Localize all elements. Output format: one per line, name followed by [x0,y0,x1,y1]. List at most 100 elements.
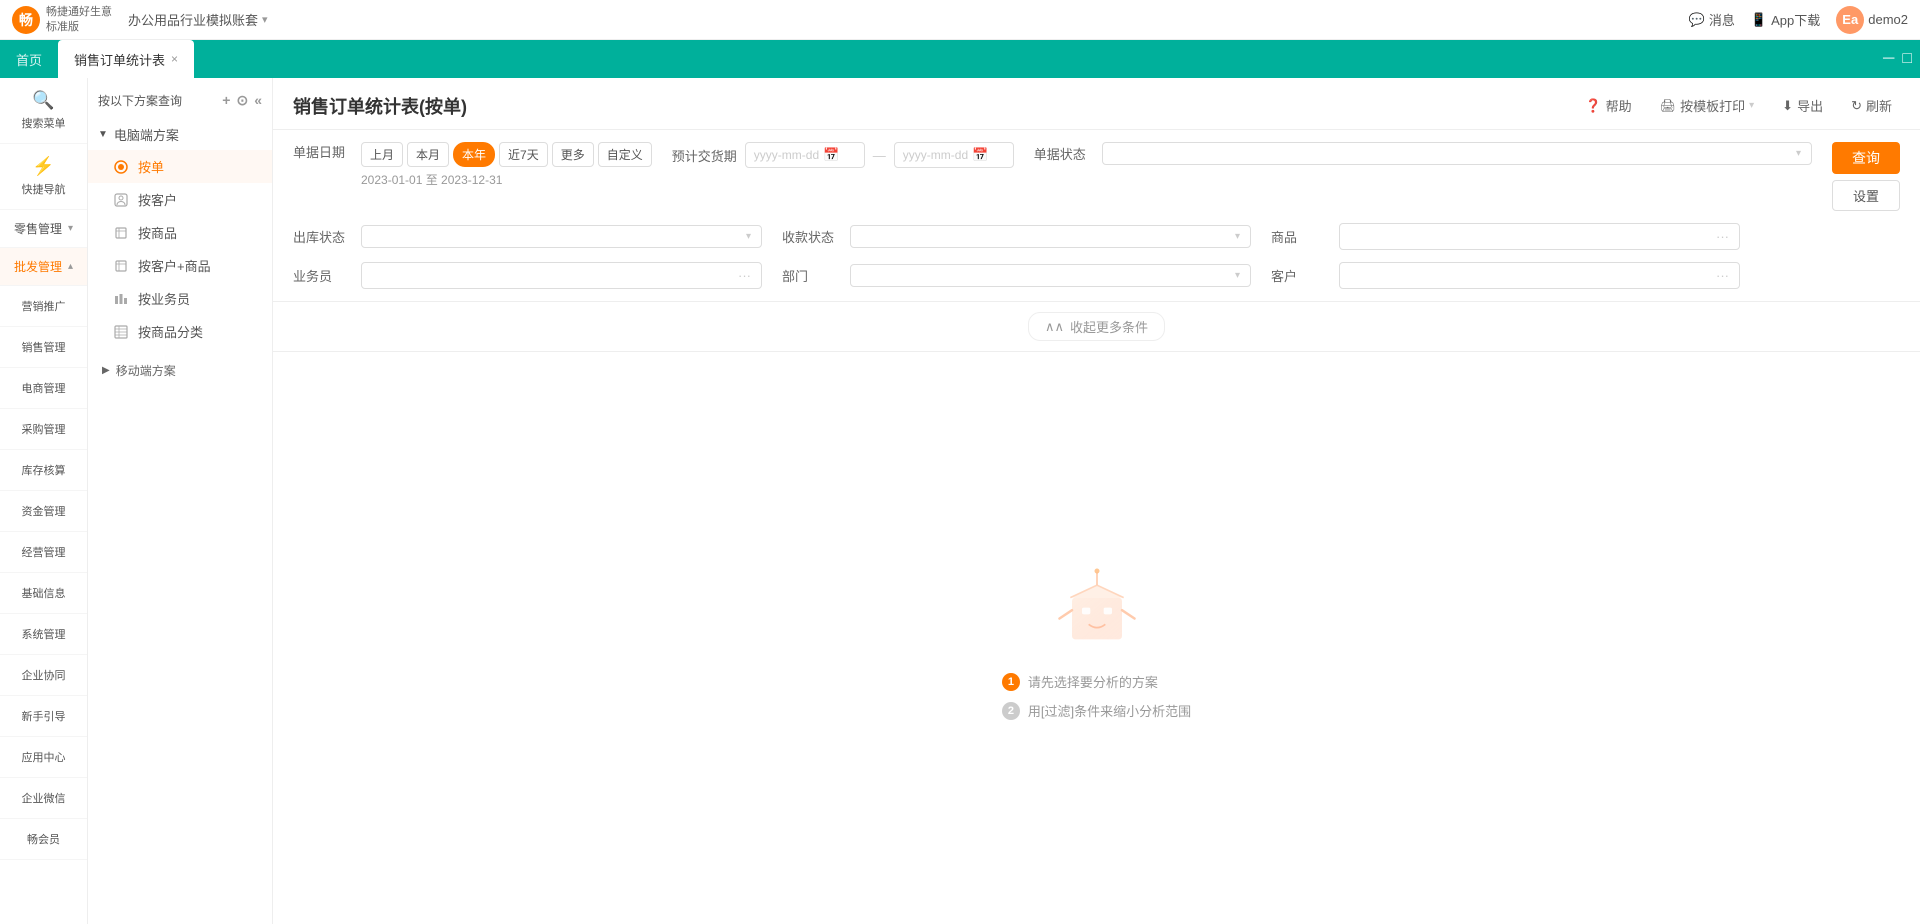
scheme-item-by-customer[interactable]: 按客户 [88,183,272,216]
page-header: 销售订单统计表(按单) ❓ 帮助 🖨 按模板打印 ▾ ⬇ 导出 ↻ 刷新 [273,78,1920,130]
customer-select-dots-icon: ··· [1716,268,1729,283]
collapse-panel-icon[interactable]: « [254,92,262,109]
by-goods-category-icon [112,323,130,341]
status-select-arrow-icon: ▾ [1796,148,1801,159]
logo-icon: 畅 [12,6,40,34]
sidebar-item-purchase[interactable]: 采购管理 [0,409,87,450]
scheme-item-by-goods[interactable]: 按商品 [88,216,272,249]
tab-bar: 首页 销售订单统计表 × ─ □ [0,40,1920,78]
sidebar-item-basic-info[interactable]: 基础信息 [0,573,87,614]
empty-state: 1 请先选择要分析的方案 2 用[过滤]条件来缩小分析范围 [273,352,1920,924]
date-label: 单据日期 [293,142,353,161]
settings-button[interactable]: 设置 [1832,180,1900,211]
date-btn-this-month[interactable]: 本月 [407,142,449,167]
calendar-to-icon: 📅 [972,147,988,163]
goods-label: 商品 [1271,227,1331,246]
department-select-arrow-icon: ▾ [1235,270,1240,281]
collapse-icon: ∧∧ [1045,319,1064,335]
sidebar-item-corp-wechat[interactable]: 企业微信 [0,778,87,819]
goods-select[interactable]: ··· [1339,223,1740,250]
scheme-group-pc-header[interactable]: ▼ 电脑端方案 [88,119,272,150]
date-btn-last-month[interactable]: 上月 [361,142,403,167]
tab-home[interactable]: 首页 [0,40,58,78]
scheme-item-by-goods-category[interactable]: 按商品分类 [88,315,272,348]
empty-hint-2: 2 用[过滤]条件来缩小分析范围 [1002,701,1191,720]
expected-date-to-input[interactable]: yyyy-mm-dd 📅 [894,142,1014,168]
export-button[interactable]: ⬇ 导出 [1774,92,1831,119]
tab-close-icon[interactable]: × [171,52,178,66]
payment-label: 收款状态 [782,227,842,246]
customer-select[interactable]: ··· [1339,262,1740,289]
sidebar-item-enterprise[interactable]: 企业协同 [0,655,87,696]
top-bar: 畅 畅捷通好生意 标准版 办公用品行业模拟账套 ▾ 💬 消息 📱 App下载 E… [0,0,1920,40]
scheme-item-by-salesperson[interactable]: 按业务员 [88,282,272,315]
sidebar-item-app-center[interactable]: 应用中心 [0,737,87,778]
sidebar-item-marketing[interactable]: 营销推广 [0,286,87,327]
workspace-selector[interactable]: 办公用品行业模拟账套 ▾ [120,6,276,33]
window-minimize-icon[interactable]: ─ [1883,50,1894,68]
date-range-separator: — [873,148,886,163]
page-header-actions: ❓ 帮助 🖨 按模板打印 ▾ ⬇ 导出 ↻ 刷新 [1577,92,1900,119]
tab-bar-actions: ─ □ [1883,50,1920,68]
settings-scheme-icon[interactable]: ⊙ [236,92,248,109]
app-download-icon: 📱 [1751,12,1767,28]
query-button[interactable]: 查询 [1832,142,1900,174]
expected-date-from-input[interactable]: yyyy-mm-dd 📅 [745,142,865,168]
help-button[interactable]: ❓ 帮助 [1577,92,1639,119]
calendar-from-icon: 📅 [823,147,839,163]
message-button[interactable]: 💬 消息 [1689,10,1735,29]
scheme-item-by-customer-goods[interactable]: 按客户+商品 [88,249,272,282]
logo-text: 畅捷通好生意 标准版 [46,5,112,34]
sidebar-item-newbie[interactable]: 新手引导 [0,696,87,737]
left-panel-header: 按以下方案查询 + ⊙ « [88,86,272,115]
sidebar-item-search-menu[interactable]: 🔍 搜索菜单 [0,78,87,144]
date-options-row: 上月 本月 本年 近7天 更多 自定义 [361,142,652,167]
by-order-icon [112,158,130,176]
sidebar-item-finance[interactable]: 资金管理 [0,491,87,532]
scheme-group-mobile-header[interactable]: ▶ 移动端方案 [88,356,272,385]
empty-hint-1: 1 请先选择要分析的方案 [1002,672,1191,691]
page-title: 销售订单统计表(按单) [293,93,467,119]
payment-select-arrow-icon: ▾ [1235,231,1240,242]
sidebar-item-retail[interactable]: 零售管理 ▾ [0,210,87,248]
scheme-group-pc: ▼ 电脑端方案 按单 按客户 按商品 [88,115,272,352]
left-panel: 按以下方案查询 + ⊙ « ▼ 电脑端方案 按单 [88,78,273,924]
left-panel-header-icons: + ⊙ « [222,92,262,109]
window-maximize-icon[interactable]: □ [1902,50,1912,68]
shipment-status-select[interactable]: ▾ [361,225,762,248]
add-scheme-icon[interactable]: + [222,92,230,109]
department-select[interactable]: ▾ [850,264,1251,287]
sidebar: 🔍 搜索菜单 ⚡ 快捷导航 零售管理 ▾ 批发管理 ▴ 营销推广 销售管理 电商… [0,78,88,924]
chevron-down-icon: ▼ [98,129,108,140]
chevron-right-icon: ▶ [102,365,110,376]
message-icon: 💬 [1689,12,1705,28]
refresh-button[interactable]: ↻ 刷新 [1843,92,1900,119]
collapse-filters-button[interactable]: ∧∧ 收起更多条件 [1028,312,1165,341]
sidebar-item-sales[interactable]: 销售管理 [0,327,87,368]
logo-area: 畅 畅捷通好生意 标准版 [12,5,112,34]
quick-nav-icon: ⚡ [32,156,54,177]
sidebar-item-inventory[interactable]: 库存核算 [0,450,87,491]
template-print-button[interactable]: 🖨 按模板打印 ▾ [1652,92,1763,119]
sidebar-item-system[interactable]: 系统管理 [0,614,87,655]
tab-sales-order-stats[interactable]: 销售订单统计表 × [58,40,194,78]
date-btn-more[interactable]: 更多 [552,142,594,167]
payment-status-select[interactable]: ▾ [850,225,1251,248]
sidebar-item-wholesale[interactable]: 批发管理 ▴ [0,248,87,286]
export-icon: ⬇ [1782,98,1793,114]
top-bar-right: 💬 消息 📱 App下载 Ea demo2 [1689,6,1908,34]
sidebar-item-ecommerce[interactable]: 电商管理 [0,368,87,409]
user-profile[interactable]: Ea demo2 [1836,6,1908,34]
salesperson-select[interactable]: ··· [361,262,762,289]
app-download-button[interactable]: 📱 App下载 [1751,10,1820,29]
date-btn-custom[interactable]: 自定义 [598,142,652,167]
status-select[interactable]: ▾ [1102,142,1812,165]
scheme-item-by-order[interactable]: 按单 [88,150,272,183]
date-btn-this-year[interactable]: 本年 [453,142,495,167]
sidebar-item-quick-nav[interactable]: ⚡ 快捷导航 [0,144,87,210]
help-icon: ❓ [1585,98,1601,114]
action-group: 查询 设置 [1832,142,1900,211]
sidebar-item-operations[interactable]: 经营管理 [0,532,87,573]
sidebar-item-membership[interactable]: 畅会员 [0,819,87,860]
date-btn-last-7-days[interactable]: 近7天 [499,142,548,167]
